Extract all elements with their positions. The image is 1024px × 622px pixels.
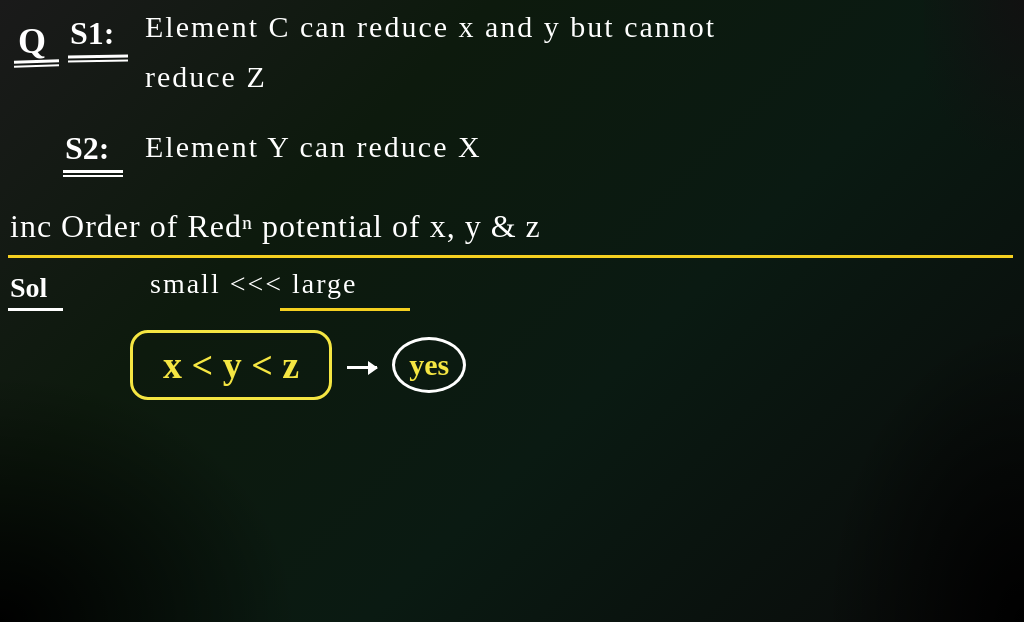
inc-underline [8, 255, 1013, 258]
q-underline2 [14, 64, 59, 68]
s2-label: S2: [65, 130, 109, 167]
yes-text: yes [409, 348, 449, 382]
yes-circle: yes [392, 337, 466, 393]
s1-line2-text: reduce Z [145, 60, 267, 94]
large-underline [280, 308, 410, 311]
xyz-expression: x < y < z [163, 344, 299, 386]
s2-underline2 [63, 175, 123, 177]
arrow-line [347, 366, 377, 369]
q-underline [14, 59, 59, 64]
s1-underline2 [68, 59, 128, 62]
sol-label: Sol [10, 272, 47, 304]
s1-line1-text: Element C can reduce x and y but cannot [145, 10, 716, 44]
inc-order-text: inc Order of Redⁿ potential of x, y & z [10, 208, 541, 245]
xyz-container: x < y < z yes [130, 330, 466, 400]
s1-underline [68, 54, 128, 58]
xyz-box: x < y < z [130, 330, 332, 400]
blackboard: Q S1: Element C can reduce x and y but c… [0, 0, 1024, 622]
s2-underline [63, 170, 123, 173]
small-large-text: small <<< large [150, 268, 358, 300]
content-area: Q S1: Element C can reduce x and y but c… [0, 0, 1024, 622]
s1-label: S1: [70, 15, 114, 52]
sol-underline [8, 308, 63, 311]
arrow-connector [347, 361, 377, 369]
s2-text: Element Y can reduce X [145, 130, 482, 164]
q-label: Q [18, 20, 46, 62]
